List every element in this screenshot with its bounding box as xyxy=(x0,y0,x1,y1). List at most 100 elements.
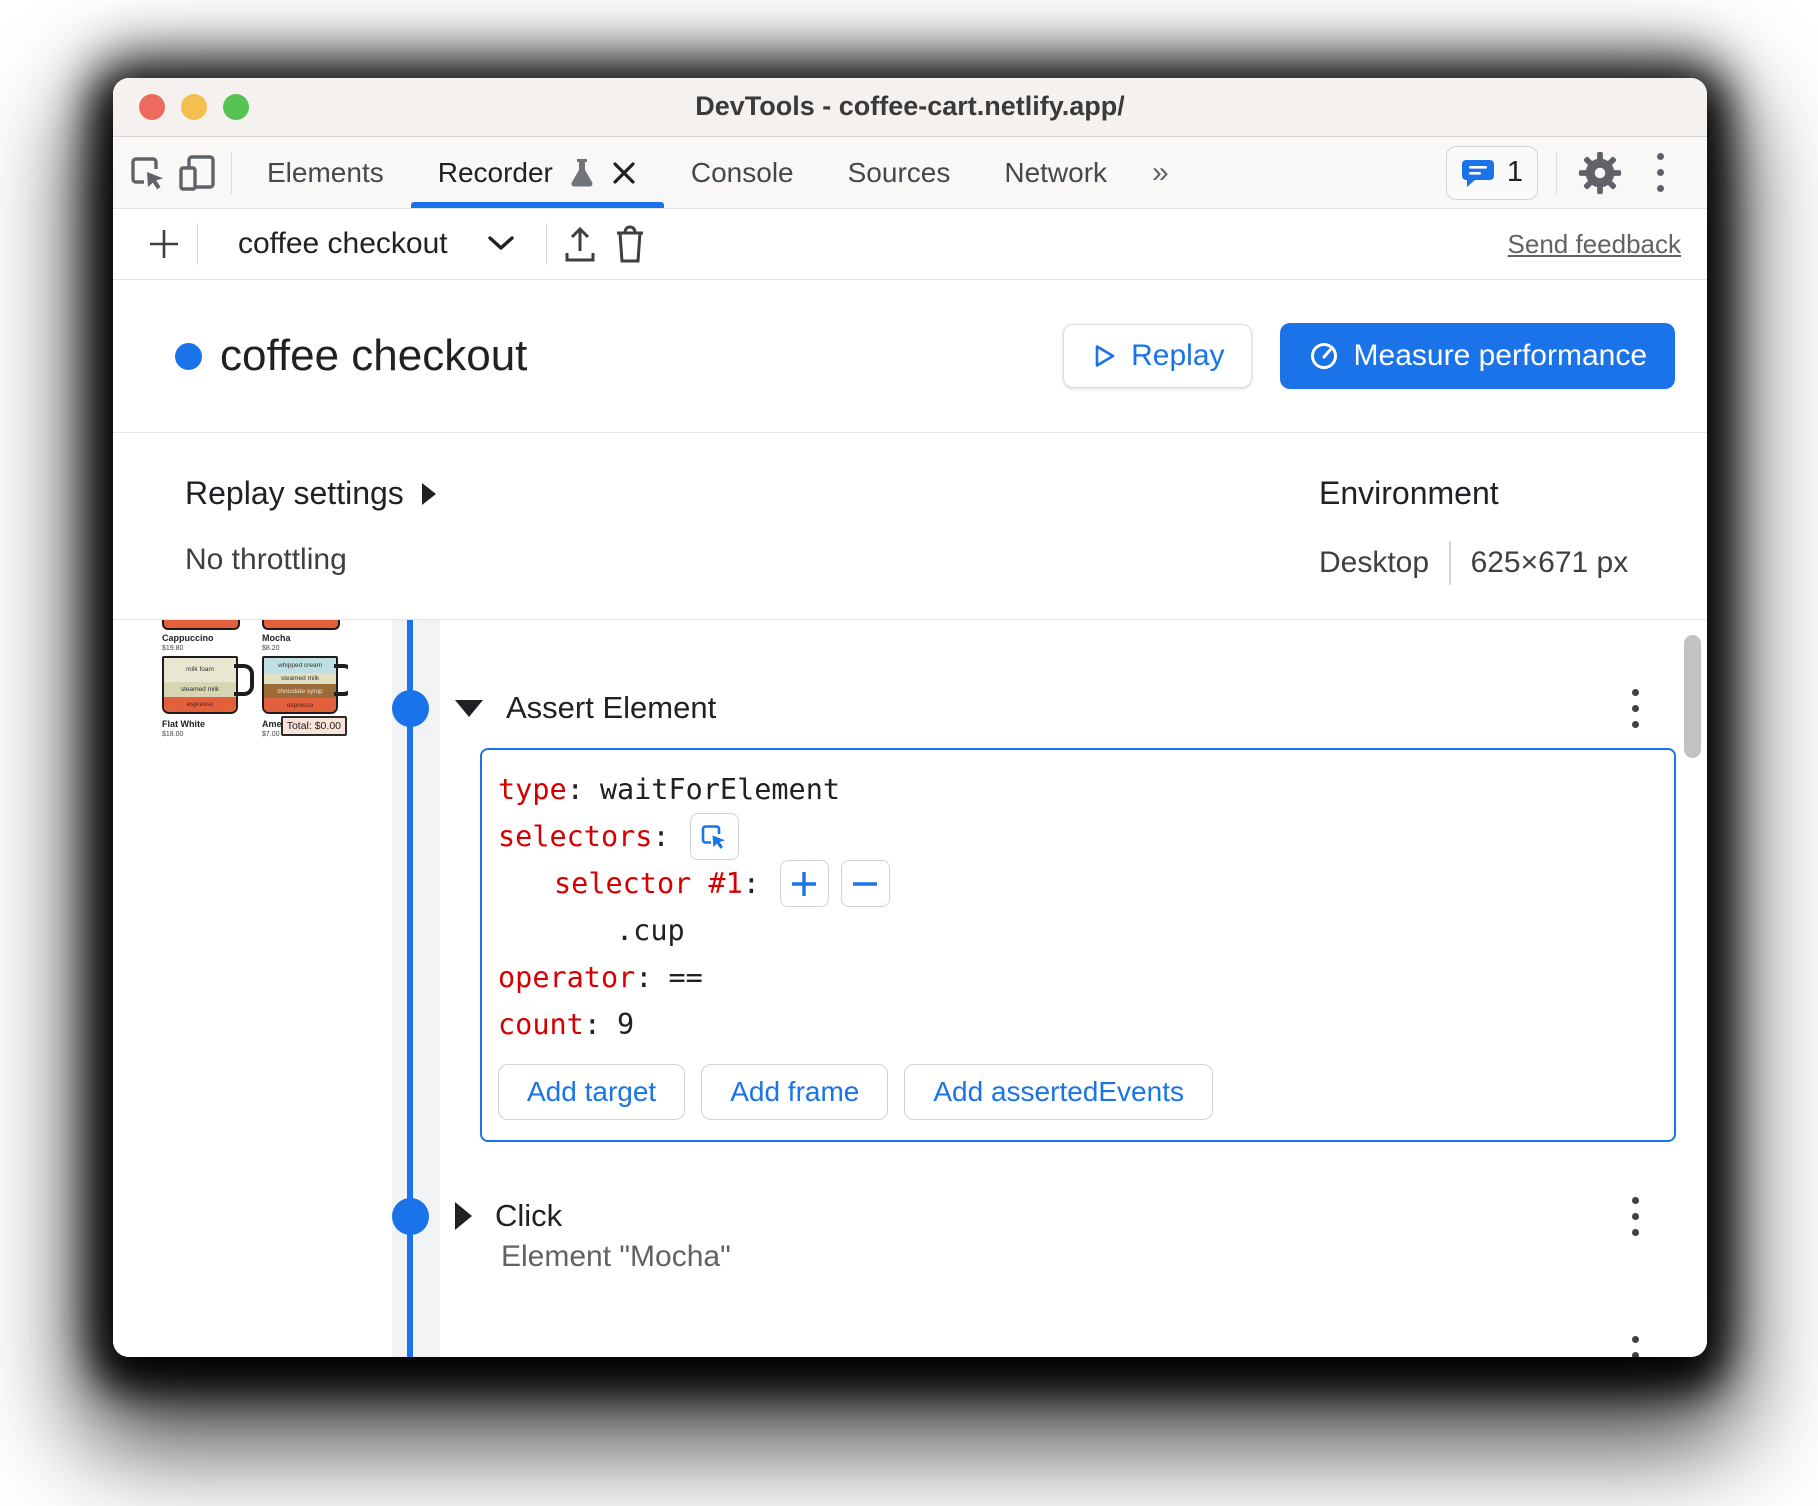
product-price: $7.00 xyxy=(262,731,280,738)
recorder-toolbar: coffee checkout Send feedback xyxy=(113,209,1707,280)
minus-icon xyxy=(850,869,880,899)
environment-values: Desktop 625×671 px xyxy=(1319,541,1628,585)
inspect-cursor-icon xyxy=(126,151,170,195)
count-value[interactable]: 9 xyxy=(617,1008,634,1041)
recording-select-dropdown[interactable] xyxy=(486,234,516,254)
step-click-header[interactable]: Click xyxy=(455,1194,562,1238)
environment-device: Desktop xyxy=(1319,546,1429,580)
add-selector-part-button[interactable] xyxy=(780,860,829,907)
export-recording-button[interactable] xyxy=(555,219,605,269)
editor-actions: Add target Add frame Add assertedEvents xyxy=(498,1064,1658,1120)
step-title: Assert Element xyxy=(506,690,716,726)
export-icon xyxy=(560,223,600,265)
inspect-element-button[interactable] xyxy=(123,148,173,198)
selector-value[interactable]: .cup xyxy=(616,914,685,947)
code-line-selector-value: .cup xyxy=(498,907,1658,954)
devtools-settings-button[interactable] xyxy=(1575,148,1625,198)
devtools-menu-button[interactable] xyxy=(1635,148,1685,198)
issues-counter-button[interactable]: 1 xyxy=(1446,146,1538,200)
zoom-window-button[interactable] xyxy=(223,94,249,120)
add-asserted-events-button[interactable]: Add assertedEvents xyxy=(904,1064,1213,1120)
play-icon xyxy=(1090,342,1118,370)
delete-recording-button[interactable] xyxy=(605,219,655,269)
page-screenshot-thumbnail: Cappuccino $19.80 Mocha $8.20 milk foam … xyxy=(152,620,348,742)
close-window-button[interactable] xyxy=(139,94,165,120)
expand-arrow-icon[interactable] xyxy=(455,1202,472,1230)
experiment-flask-icon xyxy=(569,157,595,189)
tab-label: Elements xyxy=(267,157,384,189)
plus-icon xyxy=(789,869,819,899)
environment-divider xyxy=(1449,541,1451,585)
toolbar-separator xyxy=(546,223,547,265)
select-element-icon xyxy=(699,822,729,852)
close-tab-icon[interactable] xyxy=(611,160,637,186)
chevron-down-icon xyxy=(486,234,516,254)
message-bubble-icon xyxy=(1461,157,1495,189)
chevrons-right-icon: » xyxy=(1152,156,1169,190)
replay-button-label: Replay xyxy=(1131,339,1224,373)
device-toolbar-button[interactable] xyxy=(173,148,223,198)
window-titlebar: DevTools - coffee-cart.netlify.app/ xyxy=(113,78,1707,137)
step-assert-element-header[interactable]: Assert Element xyxy=(455,686,716,730)
code-line-selectors: selectors: xyxy=(498,813,1658,860)
issues-count: 1 xyxy=(1507,156,1523,189)
add-recording-button[interactable] xyxy=(139,219,189,269)
timeline-track xyxy=(392,620,440,1357)
replay-button[interactable]: Replay xyxy=(1063,324,1251,388)
replay-settings-label: Replay settings xyxy=(185,475,404,512)
measure-performance-button[interactable]: Measure performance xyxy=(1280,323,1675,389)
product-name: Flat White xyxy=(162,720,205,729)
cart-total-badge: Total: $0.00 xyxy=(281,716,347,736)
type-value[interactable]: waitForElement xyxy=(600,773,840,806)
steps-panel: Cappuccino $19.80 Mocha $8.20 milk foam … xyxy=(113,620,1707,1357)
product-price: $18.00 xyxy=(162,731,183,738)
toolbar-separator xyxy=(1556,152,1557,194)
pick-selector-button[interactable] xyxy=(690,813,739,860)
step-editor: type: waitForElement selectors: selector… xyxy=(480,748,1676,1142)
recording-select-value[interactable]: coffee checkout xyxy=(238,227,448,261)
tab-elements[interactable]: Elements xyxy=(240,137,411,208)
expand-arrow-icon xyxy=(422,483,436,505)
tab-recorder[interactable]: Recorder xyxy=(411,137,664,208)
tab-network[interactable]: Network xyxy=(977,137,1134,208)
devtools-window: DevTools - coffee-cart.netlify.app/ Elem… xyxy=(113,78,1707,1357)
settings-band: Replay settings No throttling Environmen… xyxy=(113,433,1707,620)
step-click-menu-button[interactable] xyxy=(1615,1194,1655,1238)
product-name: Cappuccino xyxy=(162,634,214,643)
environment-label: Environment xyxy=(1319,475,1499,512)
tab-label: Sources xyxy=(848,157,951,189)
speedometer-icon xyxy=(1308,340,1340,372)
cappuccino-cup-graphic: milk foam steamed milk espresso xyxy=(162,656,238,714)
code-line-count: count: 9 xyxy=(498,1001,1658,1048)
add-frame-button[interactable]: Add frame xyxy=(701,1064,888,1120)
timeline-line xyxy=(407,620,413,1357)
product-price: $19.80 xyxy=(162,645,183,652)
step-assert-menu-button[interactable] xyxy=(1615,686,1655,730)
devtools-tabbar: Elements Recorder Console Sources Networ… xyxy=(113,137,1707,209)
cup-handle-graphic xyxy=(234,664,254,696)
product-price: $8.20 xyxy=(262,645,280,652)
step-marker-assert[interactable] xyxy=(392,690,429,727)
more-tabs-button[interactable]: » xyxy=(1134,137,1187,208)
minimize-window-button[interactable] xyxy=(181,94,207,120)
operator-value[interactable]: == xyxy=(668,961,702,994)
remove-selector-part-button[interactable] xyxy=(841,860,890,907)
scrollbar-thumb[interactable] xyxy=(1684,635,1701,758)
cup-handle-graphic xyxy=(334,664,348,696)
tab-sources[interactable]: Sources xyxy=(821,137,978,208)
add-target-button[interactable]: Add target xyxy=(498,1064,685,1120)
throttling-value: No throttling xyxy=(185,543,347,577)
collapse-arrow-icon[interactable] xyxy=(455,700,483,717)
recording-header: coffee checkout Replay Measure performan… xyxy=(113,280,1707,433)
send-feedback-link[interactable]: Send feedback xyxy=(1508,229,1681,260)
tab-label: Network xyxy=(1004,157,1107,189)
tab-console[interactable]: Console xyxy=(664,137,821,208)
replay-settings-toggle[interactable]: Replay settings xyxy=(185,475,436,512)
trash-icon xyxy=(611,223,649,265)
tab-label: Console xyxy=(691,157,794,189)
plus-icon xyxy=(146,226,182,262)
gear-icon xyxy=(1577,150,1623,196)
next-step-menu-button[interactable] xyxy=(1615,1333,1655,1357)
step-marker-click[interactable] xyxy=(392,1198,429,1235)
coffee-cup-graphic xyxy=(162,620,240,630)
